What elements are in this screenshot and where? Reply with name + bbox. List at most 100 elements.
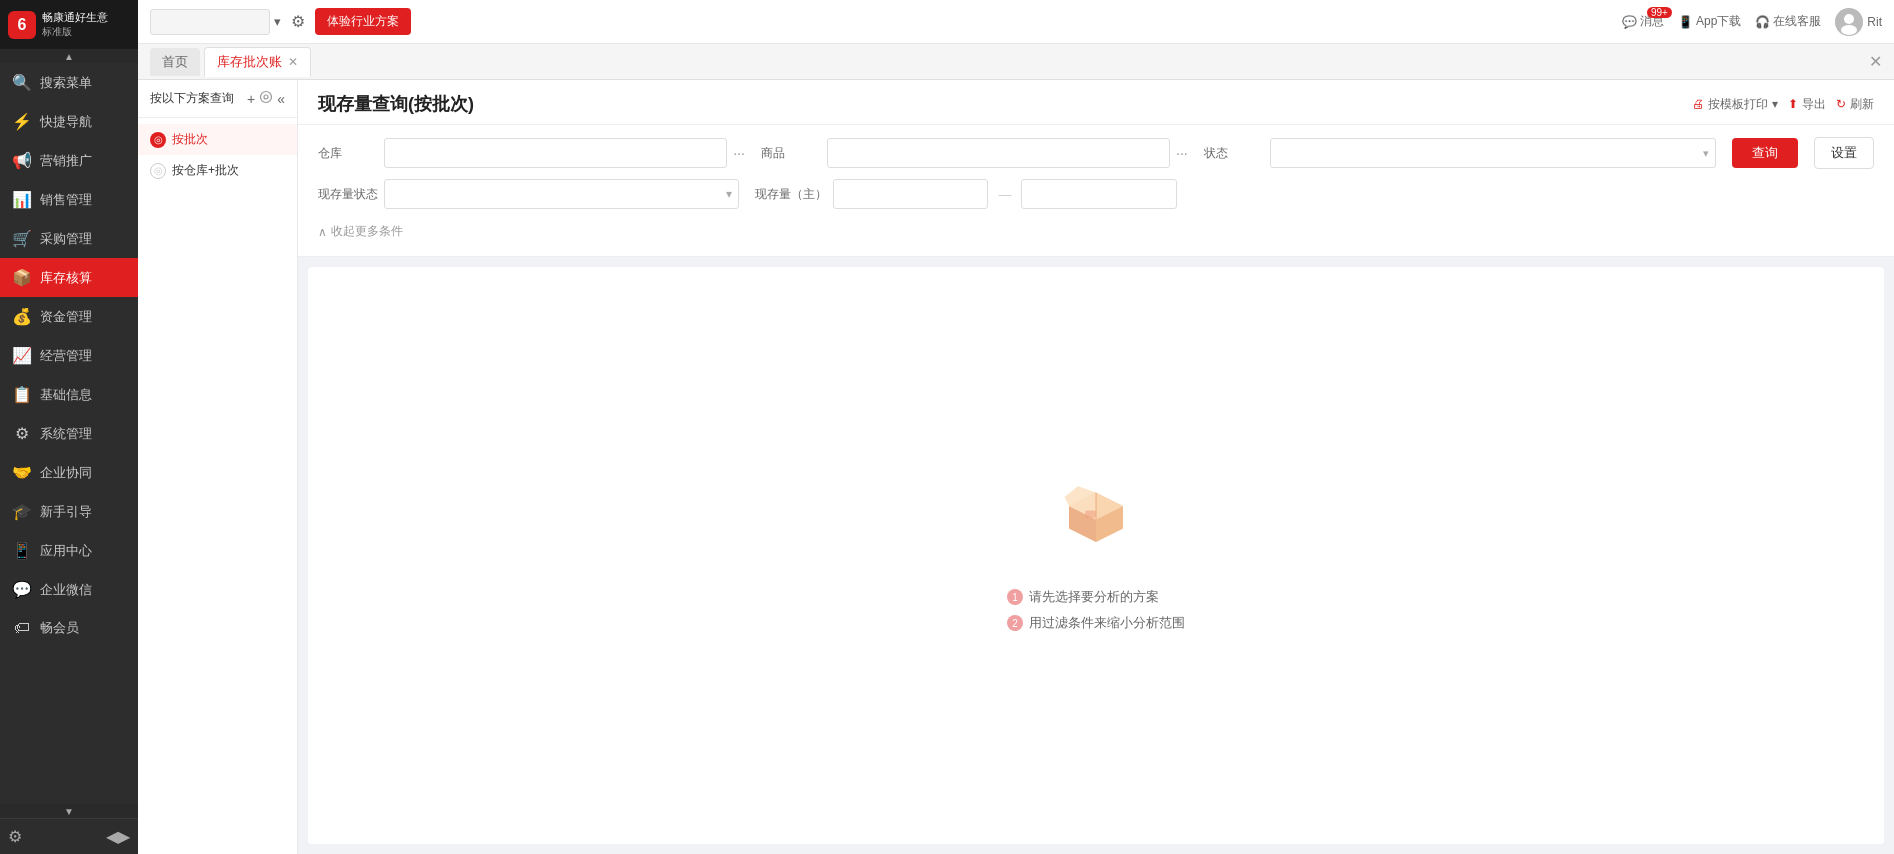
topbar-right: 💬 消息 99+ 📱 App下载 🎧 在线客服 Rit xyxy=(1622,8,1882,36)
sidebar-scroll-up[interactable]: ▲ xyxy=(0,49,138,63)
collapse-more-btn[interactable]: ∧ 收起更多条件 xyxy=(318,219,403,244)
scheme-item-1[interactable]: ◎按仓库+批次 xyxy=(138,155,297,186)
app-download-icon: 📱 xyxy=(1678,15,1693,29)
empty-illustration xyxy=(1051,479,1141,569)
sidebar-header: 6 畅康通好生意 标准版 xyxy=(0,0,138,49)
empty-icon-wrap xyxy=(1051,479,1141,572)
topbar-dropdown-btn[interactable]: ▾ xyxy=(274,14,281,29)
sidebar-item-经营管理[interactable]: 📈经营管理 xyxy=(0,336,138,375)
messages-btn[interactable]: 💬 消息 99+ xyxy=(1622,13,1664,30)
user-area[interactable]: Rit xyxy=(1835,8,1882,36)
filter-settings-btn[interactable]: 设置 xyxy=(1814,137,1874,169)
warehouse-more-btn[interactable]: ··· xyxy=(733,145,745,161)
sidebar-item-企业微信[interactable]: 💬企业微信 xyxy=(0,570,138,609)
stock-qty-from-wrap xyxy=(833,179,988,209)
goods-input[interactable] xyxy=(827,138,1170,168)
empty-hint-1: 1 请先选择要分析的方案 xyxy=(1007,588,1185,606)
experience-btn[interactable]: 体验行业方案 xyxy=(315,8,411,35)
sidebar-settings-btn[interactable]: ⚙ xyxy=(8,827,22,846)
scheme-item-0[interactable]: ◎按批次 xyxy=(138,124,297,155)
print-dropdown-arrow[interactable]: ▾ xyxy=(1772,97,1778,111)
sidebar-footer: ⚙ ◀▶ xyxy=(0,818,138,854)
sidebar-item-采购管理[interactable]: 🛒采购管理 xyxy=(0,219,138,258)
query-btn[interactable]: 查询 xyxy=(1732,138,1798,168)
headset-icon: 🎧 xyxy=(1755,15,1770,29)
add-scheme-btn[interactable]: + xyxy=(247,90,255,107)
sidebar-item-营销推广[interactable]: 📢营销推广 xyxy=(0,141,138,180)
refresh-icon: ↻ xyxy=(1836,97,1846,111)
tab-库存批次账[interactable]: 库存批次账✕ xyxy=(204,47,311,77)
hint-number-1: 1 xyxy=(1007,589,1023,605)
print-btn[interactable]: 🖨 按模板打印 ▾ xyxy=(1692,96,1778,113)
warehouse-input[interactable] xyxy=(384,138,727,168)
sidebar-item-搜索菜单[interactable]: 🔍搜索菜单 xyxy=(0,63,138,102)
goods-label: 商品 xyxy=(761,145,821,162)
sidebar-item-快捷导航[interactable]: ⚡快捷导航 xyxy=(0,102,138,141)
topbar: ▾ ⚙ 体验行业方案 💬 消息 99+ 📱 App下载 🎧 在线客服 xyxy=(138,0,1894,44)
empty-hints: 1 请先选择要分析的方案 2 用过滤条件来缩小分析范围 xyxy=(1007,588,1185,632)
status-filter-group: 状态 ▾ xyxy=(1204,138,1716,168)
sidebar-item-企业协同[interactable]: 🤝企业协同 xyxy=(0,453,138,492)
stock-qty-separator: — xyxy=(998,187,1011,202)
hint-number-2: 2 xyxy=(1007,615,1023,631)
content-area: 按以下方案查询 + « ◎按批次◎按仓库+批次 现存量查询(按批次 xyxy=(138,80,1894,854)
collapse-label: 收起更多条件 xyxy=(331,223,403,240)
svg-point-3 xyxy=(261,92,272,103)
scheme-settings-btn[interactable] xyxy=(259,90,273,107)
sidebar-item-系统管理[interactable]: ⚙系统管理 xyxy=(0,414,138,453)
app-download-label: App下载 xyxy=(1696,13,1741,30)
stock-status-filter-group: 现存量状态 ▾ xyxy=(318,179,739,209)
topbar-search-input[interactable] xyxy=(150,9,270,35)
sidebar-item-畅会员[interactable]: 🏷畅会员 xyxy=(0,609,138,647)
export-btn[interactable]: ⬆ 导出 xyxy=(1788,96,1826,113)
sidebar-scroll-down[interactable]: ▼ xyxy=(0,804,138,818)
left-panel-header: 按以下方案查询 + « xyxy=(138,80,297,118)
stock-qty-label: 现存量（主） xyxy=(755,186,827,203)
sidebar-item-新手引导[interactable]: 🎓新手引导 xyxy=(0,492,138,531)
empty-hint-2: 2 用过滤条件来缩小分析范围 xyxy=(1007,614,1185,632)
filter-row-1: 仓库 ··· 商品 ··· 状态 xyxy=(318,137,1874,169)
stock-qty-filter-group: 现存量（主） — xyxy=(755,179,1176,209)
sidebar-item-基础信息[interactable]: 📋基础信息 xyxy=(0,375,138,414)
sidebar-item-资金管理[interactable]: 💰资金管理 xyxy=(0,297,138,336)
svg-point-4 xyxy=(264,95,268,99)
goods-more-btn[interactable]: ··· xyxy=(1176,145,1188,161)
sidebar-collapse-btn[interactable]: ◀▶ xyxy=(106,827,130,846)
left-panel-actions: + « xyxy=(247,90,285,107)
page-title: 现存量查询(按批次) xyxy=(318,92,474,116)
sidebar: 6 畅康通好生意 标准版 ▲ 🔍搜索菜单⚡快捷导航📢营销推广📊销售管理🛒采购管理… xyxy=(0,0,138,854)
app-download-btn[interactable]: 📱 App下载 xyxy=(1678,13,1741,30)
message-icon: 💬 xyxy=(1622,15,1637,29)
svg-point-2 xyxy=(1841,25,1857,35)
main-area: ▾ ⚙ 体验行业方案 💬 消息 99+ 📱 App下载 🎧 在线客服 xyxy=(138,0,1894,854)
stock-status-label: 现存量状态 xyxy=(318,186,378,203)
stock-status-select[interactable]: ▾ xyxy=(384,179,739,209)
warehouse-input-wrap xyxy=(384,138,727,168)
warehouse-label: 仓库 xyxy=(318,145,378,162)
sidebar-nav: 🔍搜索菜单⚡快捷导航📢营销推广📊销售管理🛒采购管理📦库存核算💰资金管理📈经营管理… xyxy=(0,63,138,804)
page-header-actions: 🖨 按模板打印 ▾ ⬆ 导出 ↻ 刷新 xyxy=(1692,96,1874,113)
tab-首页[interactable]: 首页 xyxy=(150,48,200,76)
refresh-btn[interactable]: ↻ 刷新 xyxy=(1836,96,1874,113)
status-label: 状态 xyxy=(1204,145,1264,162)
stock-qty-to-input[interactable] xyxy=(1021,179,1176,209)
left-panel: 按以下方案查询 + « ◎按批次◎按仓库+批次 xyxy=(138,80,298,854)
tab-close-库存批次账[interactable]: ✕ xyxy=(288,55,298,69)
filter-row-2: 现存量状态 ▾ 现存量（主） — xyxy=(318,179,1874,209)
sidebar-item-应用中心[interactable]: 📱应用中心 xyxy=(0,531,138,570)
status-select[interactable]: ▾ xyxy=(1270,138,1716,168)
hint-text-2: 用过滤条件来缩小分析范围 xyxy=(1029,614,1185,632)
app-logo: 6 xyxy=(8,11,36,39)
empty-state: 1 请先选择要分析的方案 2 用过滤条件来缩小分析范围 xyxy=(308,267,1884,844)
stock-qty-from-input[interactable] xyxy=(833,179,988,209)
collapse-panel-btn[interactable]: « xyxy=(277,90,285,107)
sidebar-item-销售管理[interactable]: 📊销售管理 xyxy=(0,180,138,219)
print-label: 按模板打印 xyxy=(1708,96,1768,113)
topbar-gear-btn[interactable]: ⚙ xyxy=(291,12,305,31)
user-name: Rit xyxy=(1867,15,1882,29)
tab-bar-close-btn[interactable]: ✕ xyxy=(1869,52,1882,71)
collapse-icon: ∧ xyxy=(318,225,327,239)
svg-rect-11 xyxy=(1085,511,1096,518)
online-service-btn[interactable]: 🎧 在线客服 xyxy=(1755,13,1821,30)
sidebar-item-库存核算[interactable]: 📦库存核算 xyxy=(0,258,138,297)
